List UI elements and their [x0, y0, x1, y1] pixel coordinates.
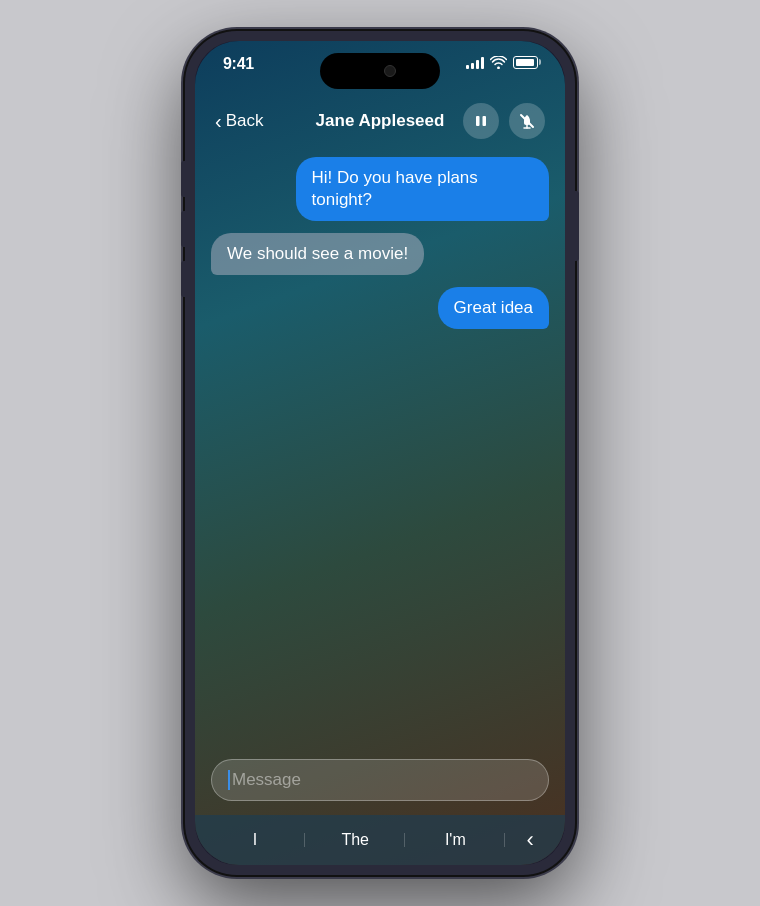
messages-area: Hi! Do you have plans tonight? We should…: [195, 147, 565, 745]
back-label: Back: [226, 111, 264, 131]
wifi-icon: [490, 56, 507, 69]
signal-bar-2: [471, 63, 474, 69]
phone-screen: 9:41: [195, 41, 565, 865]
signal-bar-4: [481, 57, 484, 69]
input-placeholder: Message: [232, 770, 301, 790]
message-bubble-2: We should see a movie!: [211, 233, 424, 275]
keyboard-expand-button[interactable]: ‹: [505, 819, 555, 861]
text-cursor: [228, 770, 230, 790]
signal-bar-1: [466, 65, 469, 69]
message-bubble-1: Hi! Do you have plans tonight?: [296, 157, 550, 221]
phone-frame: 9:41: [185, 31, 575, 875]
chevron-left-icon: ‹: [215, 110, 222, 133]
pause-button[interactable]: [463, 103, 499, 139]
message-input[interactable]: Message: [211, 759, 549, 801]
status-right: [466, 55, 541, 69]
mute-icon: [519, 113, 535, 129]
svg-rect-1: [483, 116, 487, 126]
message-row-1: Hi! Do you have plans tonight?: [211, 157, 549, 221]
predictive-text-bar: I The I'm ‹: [195, 815, 565, 865]
signal-bars-icon: [466, 55, 484, 69]
predictive-word-1[interactable]: I: [205, 823, 305, 857]
dynamic-island: [320, 53, 440, 89]
camera-dot: [384, 65, 396, 77]
message-row-3: Great idea: [211, 287, 549, 329]
nav-title: Jane Appleseed: [316, 111, 445, 131]
signal-bar-3: [476, 60, 479, 69]
predictive-word-3[interactable]: I'm: [405, 823, 505, 857]
svg-rect-0: [476, 116, 480, 126]
message-bubble-3: Great idea: [438, 287, 549, 329]
input-area: Message: [195, 745, 565, 815]
mute-button[interactable]: [509, 103, 545, 139]
status-time: 9:41: [223, 55, 254, 73]
back-button[interactable]: ‹ Back: [215, 110, 263, 133]
message-row-2: We should see a movie!: [211, 233, 549, 275]
nav-actions: [463, 103, 545, 139]
predictive-word-2[interactable]: The: [305, 823, 405, 857]
pause-icon: [474, 114, 488, 128]
battery-icon: [513, 56, 541, 69]
nav-bar: ‹ Back Jane Appleseed: [195, 95, 565, 147]
